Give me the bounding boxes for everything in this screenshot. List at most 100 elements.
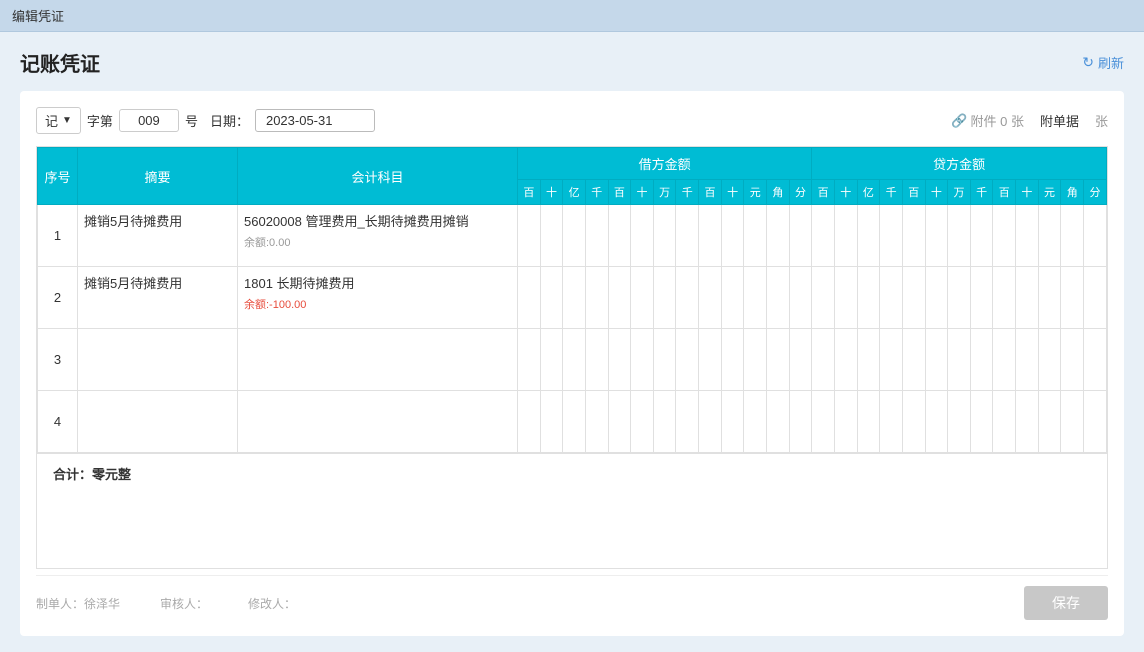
table-row[interactable]: 3 <box>38 329 1107 391</box>
row-3-amt-14[interactable] <box>834 329 857 391</box>
row-2-amt-24[interactable] <box>1061 267 1084 329</box>
row-1-amt-12[interactable] <box>789 205 812 267</box>
row-4-amt-15[interactable] <box>857 391 880 453</box>
row-1-amt-24[interactable] <box>1061 205 1084 267</box>
row-2-amt-8[interactable] <box>699 267 722 329</box>
row-3-amt-22[interactable] <box>1016 329 1039 391</box>
row-1-amt-4[interactable] <box>608 205 631 267</box>
row-4-amt-23[interactable] <box>1038 391 1061 453</box>
row-4-amt-21[interactable] <box>993 391 1016 453</box>
row-4-amt-5[interactable] <box>631 391 654 453</box>
row-1-amt-9[interactable] <box>721 205 744 267</box>
row-2-amt-0[interactable] <box>518 267 541 329</box>
row-4-amt-13[interactable] <box>812 391 835 453</box>
row-3-amt-11[interactable] <box>767 329 790 391</box>
row-2-amt-20[interactable] <box>970 267 993 329</box>
row-1-amt-3[interactable] <box>585 205 608 267</box>
row-1-amt-10[interactable] <box>744 205 767 267</box>
row-2-amt-5[interactable] <box>631 267 654 329</box>
row-1-amt-6[interactable] <box>653 205 676 267</box>
row-2-amt-12[interactable] <box>789 267 812 329</box>
row-1-amt-20[interactable] <box>970 205 993 267</box>
row-4-amt-6[interactable] <box>653 391 676 453</box>
row-4-amt-3[interactable] <box>585 391 608 453</box>
row-2-account[interactable]: 1801 长期待摊费用余额:-100.00 <box>238 267 518 329</box>
refresh-button[interactable]: ↻ 刷新 <box>1082 53 1124 72</box>
row-4-summary[interactable] <box>78 391 238 453</box>
row-1-amt-19[interactable] <box>948 205 971 267</box>
row-1-amt-21[interactable] <box>993 205 1016 267</box>
row-3-amt-5[interactable] <box>631 329 654 391</box>
row-4-amt-20[interactable] <box>970 391 993 453</box>
row-4-amt-2[interactable] <box>563 391 586 453</box>
row-3-amt-13[interactable] <box>812 329 835 391</box>
row-3-amt-10[interactable] <box>744 329 767 391</box>
row-3-amt-7[interactable] <box>676 329 699 391</box>
row-4-amt-14[interactable] <box>834 391 857 453</box>
row-4-amt-8[interactable] <box>699 391 722 453</box>
row-1-amt-1[interactable] <box>540 205 563 267</box>
row-2-amt-9[interactable] <box>721 267 744 329</box>
row-3-amt-20[interactable] <box>970 329 993 391</box>
attachment-doc[interactable]: 附单据 <box>1040 111 1079 130</box>
row-3-amt-17[interactable] <box>902 329 925 391</box>
row-3-amt-2[interactable] <box>563 329 586 391</box>
row-1-amt-14[interactable] <box>834 205 857 267</box>
row-1-amt-17[interactable] <box>902 205 925 267</box>
row-2-amt-4[interactable] <box>608 267 631 329</box>
row-4-amt-7[interactable] <box>676 391 699 453</box>
row-4-amt-19[interactable] <box>948 391 971 453</box>
row-2-amt-11[interactable] <box>767 267 790 329</box>
table-row[interactable]: 1摊销5月待摊费用56020008 管理费用_长期待摊费用摊销余额:0.00 <box>38 205 1107 267</box>
row-4-amt-12[interactable] <box>789 391 812 453</box>
row-1-amt-15[interactable] <box>857 205 880 267</box>
row-1-amt-18[interactable] <box>925 205 948 267</box>
row-2-amt-21[interactable] <box>993 267 1016 329</box>
row-4-amt-25[interactable] <box>1084 391 1107 453</box>
row-3-amt-9[interactable] <box>721 329 744 391</box>
row-3-amt-1[interactable] <box>540 329 563 391</box>
row-2-amt-2[interactable] <box>563 267 586 329</box>
row-2-amt-18[interactable] <box>925 267 948 329</box>
row-1-amt-25[interactable] <box>1084 205 1107 267</box>
row-3-amt-16[interactable] <box>880 329 903 391</box>
row-1-amt-23[interactable] <box>1038 205 1061 267</box>
row-3-amt-12[interactable] <box>789 329 812 391</box>
row-1-amt-11[interactable] <box>767 205 790 267</box>
row-3-amt-18[interactable] <box>925 329 948 391</box>
row-2-amt-7[interactable] <box>676 267 699 329</box>
row-4-amt-10[interactable] <box>744 391 767 453</box>
row-2-amt-10[interactable] <box>744 267 767 329</box>
row-2-amt-15[interactable] <box>857 267 880 329</box>
save-button[interactable]: 保存 <box>1024 586 1108 620</box>
table-row[interactable]: 4 <box>38 391 1107 453</box>
row-1-amt-5[interactable] <box>631 205 654 267</box>
row-4-amt-17[interactable] <box>902 391 925 453</box>
row-2-amt-19[interactable] <box>948 267 971 329</box>
row-3-amt-21[interactable] <box>993 329 1016 391</box>
row-1-account[interactable]: 56020008 管理费用_长期待摊费用摊销余额:0.00 <box>238 205 518 267</box>
date-input[interactable]: 2023-05-31 <box>255 109 375 132</box>
type-select[interactable]: 记 ▼ <box>36 107 81 134</box>
row-2-amt-3[interactable] <box>585 267 608 329</box>
row-3-summary[interactable] <box>78 329 238 391</box>
row-1-amt-2[interactable] <box>563 205 586 267</box>
row-4-amt-22[interactable] <box>1016 391 1039 453</box>
row-3-amt-15[interactable] <box>857 329 880 391</box>
row-1-summary[interactable]: 摊销5月待摊费用 <box>78 205 238 267</box>
row-2-amt-1[interactable] <box>540 267 563 329</box>
row-3-amt-23[interactable] <box>1038 329 1061 391</box>
row-1-amt-8[interactable] <box>699 205 722 267</box>
row-4-amt-16[interactable] <box>880 391 903 453</box>
row-2-amt-16[interactable] <box>880 267 903 329</box>
row-2-amt-25[interactable] <box>1084 267 1107 329</box>
row-4-amt-1[interactable] <box>540 391 563 453</box>
row-4-amt-11[interactable] <box>767 391 790 453</box>
attachment-link[interactable]: 🔗 附件 0 张 <box>951 111 1024 130</box>
row-4-amt-24[interactable] <box>1061 391 1084 453</box>
row-3-amt-24[interactable] <box>1061 329 1084 391</box>
row-2-amt-23[interactable] <box>1038 267 1061 329</box>
row-1-amt-7[interactable] <box>676 205 699 267</box>
row-3-amt-4[interactable] <box>608 329 631 391</box>
row-1-amt-0[interactable] <box>518 205 541 267</box>
